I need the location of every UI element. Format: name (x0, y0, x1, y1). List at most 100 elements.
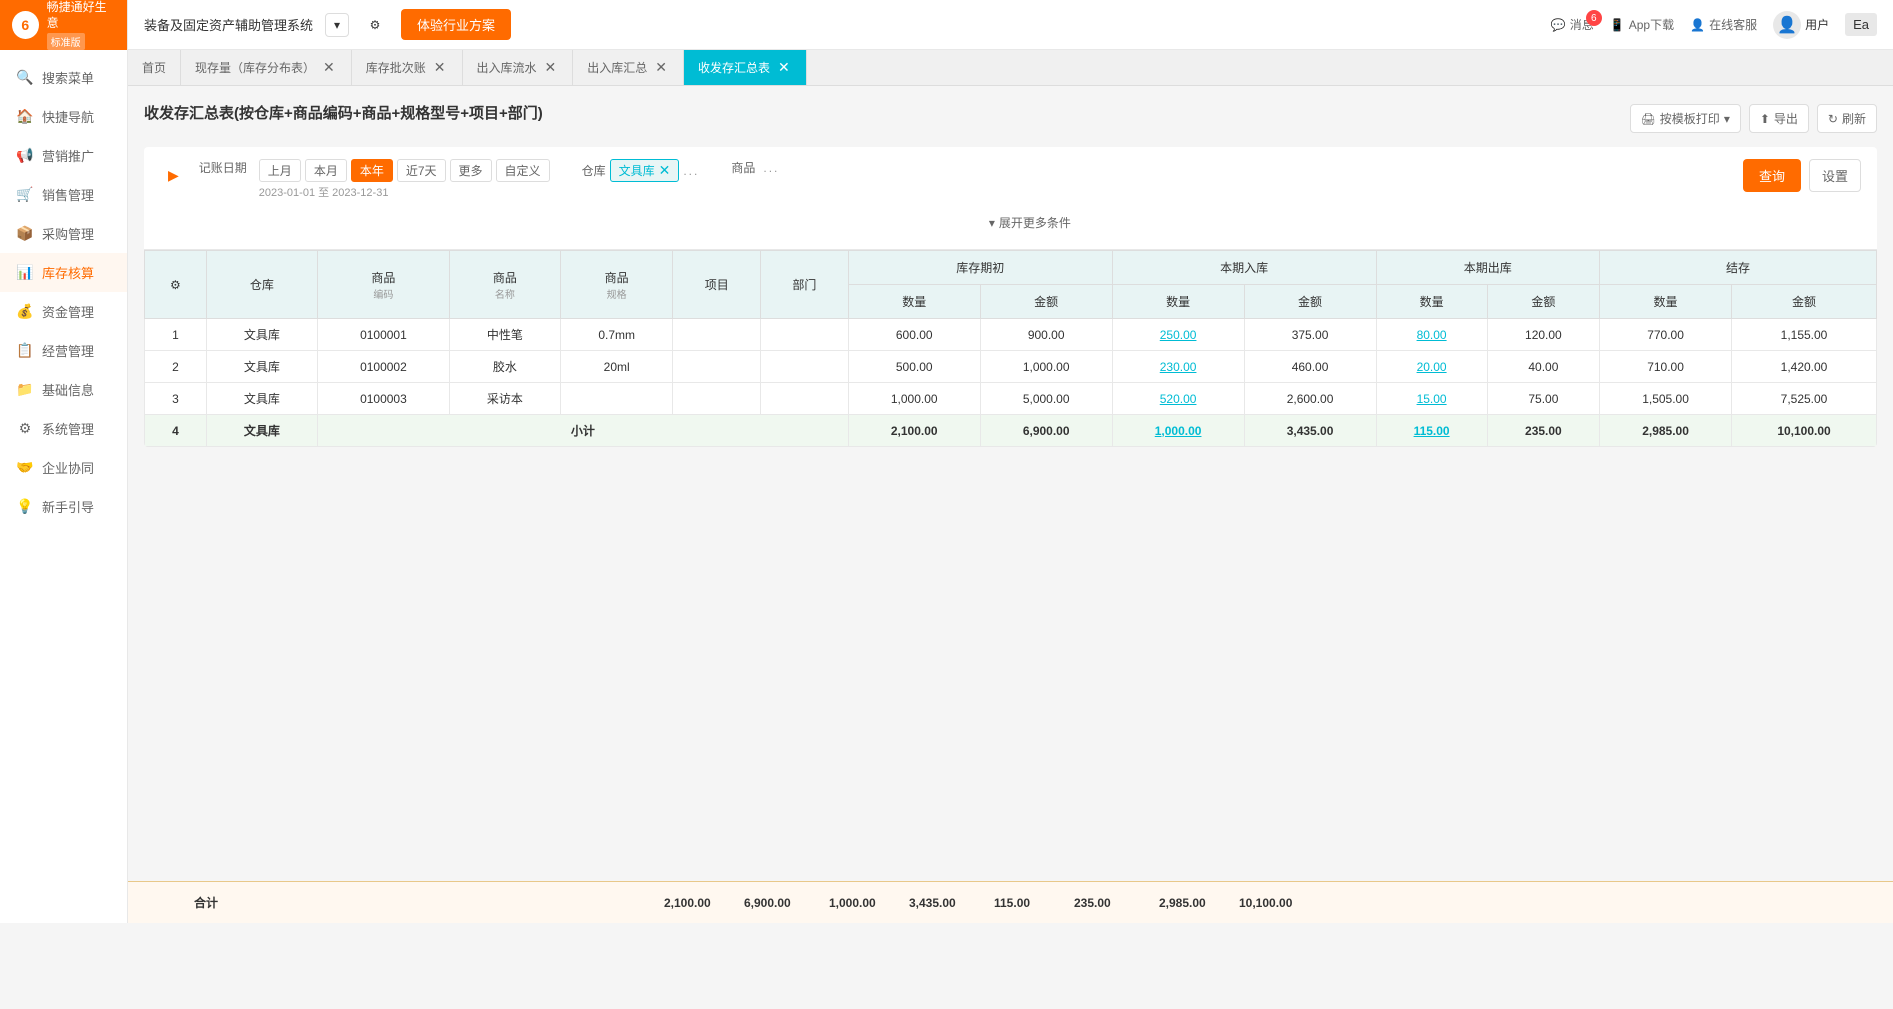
cell-in-amt-1: 460.00 (1244, 351, 1376, 383)
sidebar-label-guide: 新手引导 (42, 497, 94, 516)
date-btn-本年[interactable]: 本年 (351, 159, 393, 182)
sidebar-item-search[interactable]: 🔍搜索菜单 (0, 58, 127, 97)
app-download-action[interactable]: 📱 App下载 (1610, 16, 1674, 33)
tab-stock-dist[interactable]: 现存量（库存分布表） ✕ (181, 50, 352, 86)
sidebar-item-quick-nav[interactable]: 🏠 快捷导航 (0, 97, 127, 136)
system-dropdown[interactable]: ▾ (325, 13, 349, 37)
settings-icon[interactable]: ⚙ (361, 11, 389, 39)
tab-recv-send-summary[interactable]: 收发存汇总表✕ (684, 50, 807, 86)
cell-code-2: 0100003 (317, 383, 449, 415)
cell-serial-1: 2 (145, 351, 207, 383)
sidebar-item-sales[interactable]: 🛒销售管理 (0, 175, 127, 214)
message-action[interactable]: 💬 消息 6 (1551, 16, 1594, 33)
sidebar-item-marketing[interactable]: 📢营销推广 (0, 136, 127, 175)
cell-spec-1: 20ml (560, 351, 672, 383)
refresh-icon: ↻ (1828, 112, 1838, 126)
sidebar-icon-sales: 🛒 (16, 186, 34, 204)
filter-collapse-arrow[interactable]: ▶ (160, 159, 187, 192)
cell-name-1: 胶水 (449, 351, 560, 383)
settings-col-header[interactable]: ⚙ (145, 251, 207, 319)
date-btn-近7天[interactable]: 近7天 (397, 159, 446, 182)
date-btn-上月[interactable]: 上月 (259, 159, 301, 182)
query-btn[interactable]: 查询 (1743, 159, 1801, 192)
sidebar-item-guide[interactable]: 💡新手引导 (0, 487, 127, 526)
cell-balance-qty-0: 770.00 (1600, 319, 1732, 351)
cell-in-qty-2[interactable]: 520.00 (1112, 383, 1244, 415)
date-btn-更多[interactable]: 更多 (450, 159, 492, 182)
date-btn-本月[interactable]: 本月 (305, 159, 347, 182)
tab-close-batch[interactable]: ✕ (432, 59, 448, 76)
cell-in-qty-1[interactable]: 230.00 (1112, 351, 1244, 383)
goods-label: 商品 (731, 159, 755, 176)
subtotal-in-qty[interactable]: 1,000.00 (1112, 415, 1244, 447)
brand-name: 畅捷通好生意 (47, 0, 115, 31)
date-btn-自定义[interactable]: 自定义 (496, 159, 550, 182)
print-btn[interactable]: 🖨 按模板打印 ▾ (1630, 104, 1741, 133)
total-balance-amt: 10,100.00 (1229, 890, 1877, 915)
cell-out-qty-0[interactable]: 80.00 (1376, 319, 1487, 351)
tab-home[interactable]: 首页 (128, 50, 181, 86)
sidebar-label-business: 经营管理 (42, 341, 94, 360)
goods-more[interactable]: ... (763, 161, 779, 175)
goods-filter: 商品 ... (731, 159, 779, 176)
cell-spec-2 (560, 383, 672, 415)
export-btn[interactable]: ⬆ 导出 (1749, 104, 1809, 133)
warehouse-more[interactable]: ... (683, 164, 699, 178)
message-icon: 💬 (1551, 18, 1566, 32)
table-row: 1 文具库 0100001 中性笔 0.7mm 600.00 900.00 25… (145, 319, 1877, 351)
total-in-qty: 1,000.00 (819, 890, 899, 915)
tab-summary-in-out[interactable]: 出入库汇总✕ (573, 50, 684, 86)
subtotal-serial: 4 (145, 415, 207, 447)
user-label: 用户 (1805, 16, 1829, 33)
refresh-label: 刷新 (1842, 110, 1866, 127)
subtotal-balance-amt: 10,100.00 (1732, 415, 1877, 447)
cell-name-2: 采访本 (449, 383, 560, 415)
date-range: 2023-01-01 至 2023-12-31 (259, 184, 550, 200)
sidebar-item-inventory[interactable]: 📊库存核算 (0, 253, 127, 292)
subtotal-warehouse: 文具库 (206, 415, 317, 447)
topbar-left: 装备及固定资产辅助管理系统 ▾ ⚙ 体验行业方案 (144, 9, 511, 40)
sidebar-item-purchase[interactable]: 📦采购管理 (0, 214, 127, 253)
out-qty-header: 数量 (1376, 285, 1487, 319)
tab-flow[interactable]: 出入库流水✕ (463, 50, 574, 86)
sidebar-item-business[interactable]: 📋经营管理 (0, 331, 127, 370)
tab-close-stock-dist[interactable]: ✕ (321, 59, 337, 76)
tab-close-flow[interactable]: ✕ (543, 59, 559, 76)
refresh-btn[interactable]: ↻ 刷新 (1817, 104, 1877, 133)
cell-out-amt-0: 120.00 (1487, 319, 1599, 351)
date-filter-label: 记账日期 (199, 159, 247, 176)
tab-batch[interactable]: 库存批次账✕ (352, 50, 463, 86)
user-menu[interactable]: 👤 用户 (1773, 11, 1829, 39)
cell-code-1: 0100002 (317, 351, 449, 383)
cell-warehouse-2: 文具库 (206, 383, 317, 415)
page-settings-btn[interactable]: 设置 (1809, 159, 1861, 192)
sidebar-label-quick-nav: 快捷导航 (42, 107, 94, 126)
cell-opening-amt-1: 1,000.00 (980, 351, 1112, 383)
sidebar-item-enterprise[interactable]: 🤝企业协同 (0, 448, 127, 487)
online-service-action[interactable]: 👤 在线客服 (1690, 16, 1757, 33)
trial-btn[interactable]: 体验行业方案 (401, 9, 511, 40)
sidebar-item-base-info[interactable]: 📁基础信息 (0, 370, 127, 409)
warehouse-tag-close[interactable]: ✕ (659, 162, 671, 179)
tab-close-summary-in-out[interactable]: ✕ (653, 59, 669, 76)
brand-sub: 标准版 (47, 33, 85, 50)
cell-out-amt-2: 75.00 (1487, 383, 1599, 415)
subtotal-out-qty[interactable]: 115.00 (1376, 415, 1487, 447)
warehouse-tag[interactable]: 文具库 ✕ (610, 159, 680, 182)
phone-icon: 📱 (1610, 18, 1625, 32)
sidebar-label-purchase: 采购管理 (42, 224, 94, 243)
balance-col-group: 结存 (1600, 251, 1877, 285)
tab-close-recv-send-summary[interactable]: ✕ (776, 59, 792, 76)
warehouse-label: 仓库 (582, 162, 606, 179)
sidebar-icon-quick-nav: 🏠 (16, 108, 34, 126)
cell-out-qty-2[interactable]: 15.00 (1376, 383, 1487, 415)
tab-label-stock-dist: 现存量（库存分布表） (195, 59, 315, 76)
cell-serial-0: 1 (145, 319, 207, 351)
subtotal-in-amt: 3,435.00 (1244, 415, 1376, 447)
expand-more-btn[interactable]: ▾ 展开更多条件 (983, 208, 1077, 237)
sidebar-item-finance[interactable]: 💰资金管理 (0, 292, 127, 331)
cell-out-qty-1[interactable]: 20.00 (1376, 351, 1487, 383)
cell-in-qty-0[interactable]: 250.00 (1112, 319, 1244, 351)
expand-label: 展开更多条件 (999, 214, 1071, 231)
sidebar-item-system[interactable]: ⚙系统管理 (0, 409, 127, 448)
